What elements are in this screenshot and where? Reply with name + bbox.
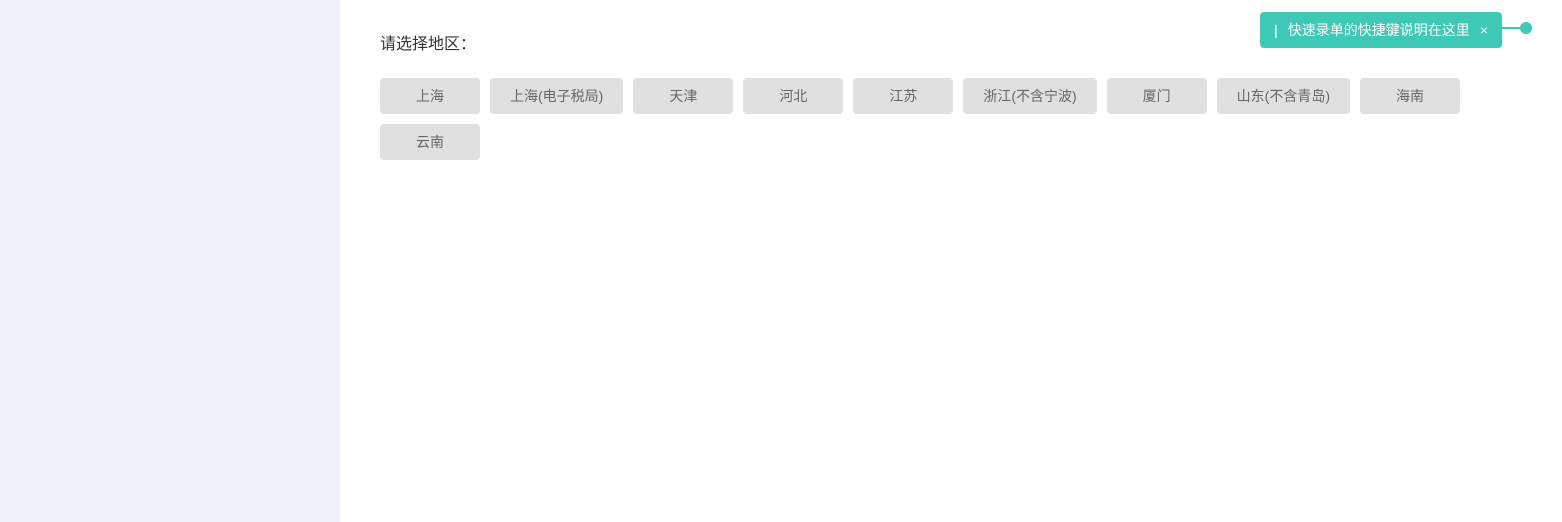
region-btn-jiangsu[interactable]: 江苏 xyxy=(853,78,953,114)
region-btn-yunnan[interactable]: 云南 xyxy=(380,124,480,160)
tooltip-close-button[interactable]: × xyxy=(1480,22,1488,38)
page-layout: 快速录单的快捷键说明在这里 × 请选择地区： 上海上海(电子税局)天津河北江苏浙… xyxy=(0,0,1562,522)
region-buttons-container: 上海上海(电子税局) 天津河北江苏浙江(不含宁波) 厦门山东(不含青岛) 海南云南 xyxy=(380,78,1522,160)
region-btn-xiamen[interactable]: 厦门 xyxy=(1107,78,1207,114)
region-btn-shanghai-etax[interactable]: 上海(电子税局) xyxy=(490,78,623,114)
sidebar xyxy=(0,0,340,522)
region-btn-hainan[interactable]: 海南 xyxy=(1360,78,1460,114)
region-btn-tianjin[interactable]: 天津 xyxy=(633,78,733,114)
region-btn-hebei[interactable]: 河北 xyxy=(743,78,843,114)
tooltip-dot xyxy=(1520,22,1532,34)
main-content: 快速录单的快捷键说明在这里 × 请选择地区： 上海上海(电子税局)天津河北江苏浙… xyxy=(340,0,1562,522)
tooltip-line xyxy=(1502,27,1520,29)
tooltip-banner: 快速录单的快捷键说明在这里 × xyxy=(1260,12,1502,48)
region-btn-shanghai[interactable]: 上海 xyxy=(380,78,480,114)
tooltip-text: 快速录单的快捷键说明在这里 xyxy=(1288,20,1470,40)
region-btn-shandong[interactable]: 山东(不含青岛) xyxy=(1217,78,1350,114)
region-btn-zhejiang[interactable]: 浙江(不含宁波) xyxy=(963,78,1096,114)
